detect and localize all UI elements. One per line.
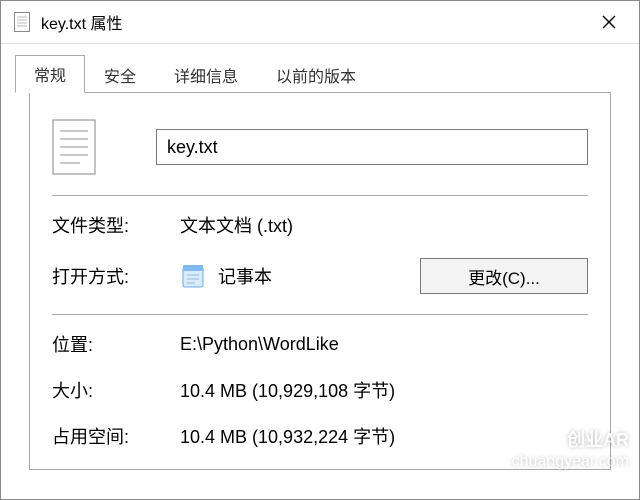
properties-dialog: key.txt 属性 常规 安全 详细信息 以前的版本 [0,0,640,500]
file-type-value: 文本文档 (.txt) [180,212,588,238]
size-on-disk-label: 占用空间: [52,423,180,449]
document-icon [52,119,96,175]
tabs: 常规 安全 详细信息 以前的版本 [15,58,625,92]
titlebar: key.txt 属性 [1,1,639,44]
change-button[interactable]: 更改(C)... [420,258,588,294]
window-title: key.txt 属性 [41,10,587,34]
size-value: 10.4 MB (10,929,108 字节) [180,377,588,403]
close-button[interactable] [587,1,631,43]
location-value: E:\Python\WordLike [180,334,588,355]
field-open-with: 打开方式: 记事本 更改(C)... [52,258,588,294]
size-label: 大小: [52,377,180,403]
filename-row [52,113,588,181]
separator [52,195,588,196]
field-size: 大小: 10.4 MB (10,929,108 字节) [52,377,588,403]
general-panel: 文件类型: 文本文档 (.txt) 打开方式: 记事本 更改(C)... [29,92,611,470]
file-type-label: 文件类型: [52,212,180,238]
size-on-disk-value: 10.4 MB (10,932,224 字节) [180,423,588,449]
filename-input[interactable] [156,129,588,165]
location-label: 位置: [52,331,180,357]
tab-general[interactable]: 常规 [15,55,85,93]
field-location: 位置: E:\Python\WordLike [52,331,588,357]
field-file-type: 文件类型: 文本文档 (.txt) [52,212,588,238]
open-with-app: 记事本 [218,263,420,289]
notepad-icon [180,263,206,289]
tab-previous-versions[interactable]: 以前的版本 [257,56,375,93]
tab-details[interactable]: 详细信息 [155,56,257,93]
file-icon [13,11,31,33]
tab-security[interactable]: 安全 [85,56,155,93]
field-size-on-disk: 占用空间: 10.4 MB (10,932,224 字节) [52,423,588,449]
open-with-label: 打开方式: [52,263,180,289]
separator [52,314,588,315]
tabs-wrap: 常规 安全 详细信息 以前的版本 [1,44,639,484]
